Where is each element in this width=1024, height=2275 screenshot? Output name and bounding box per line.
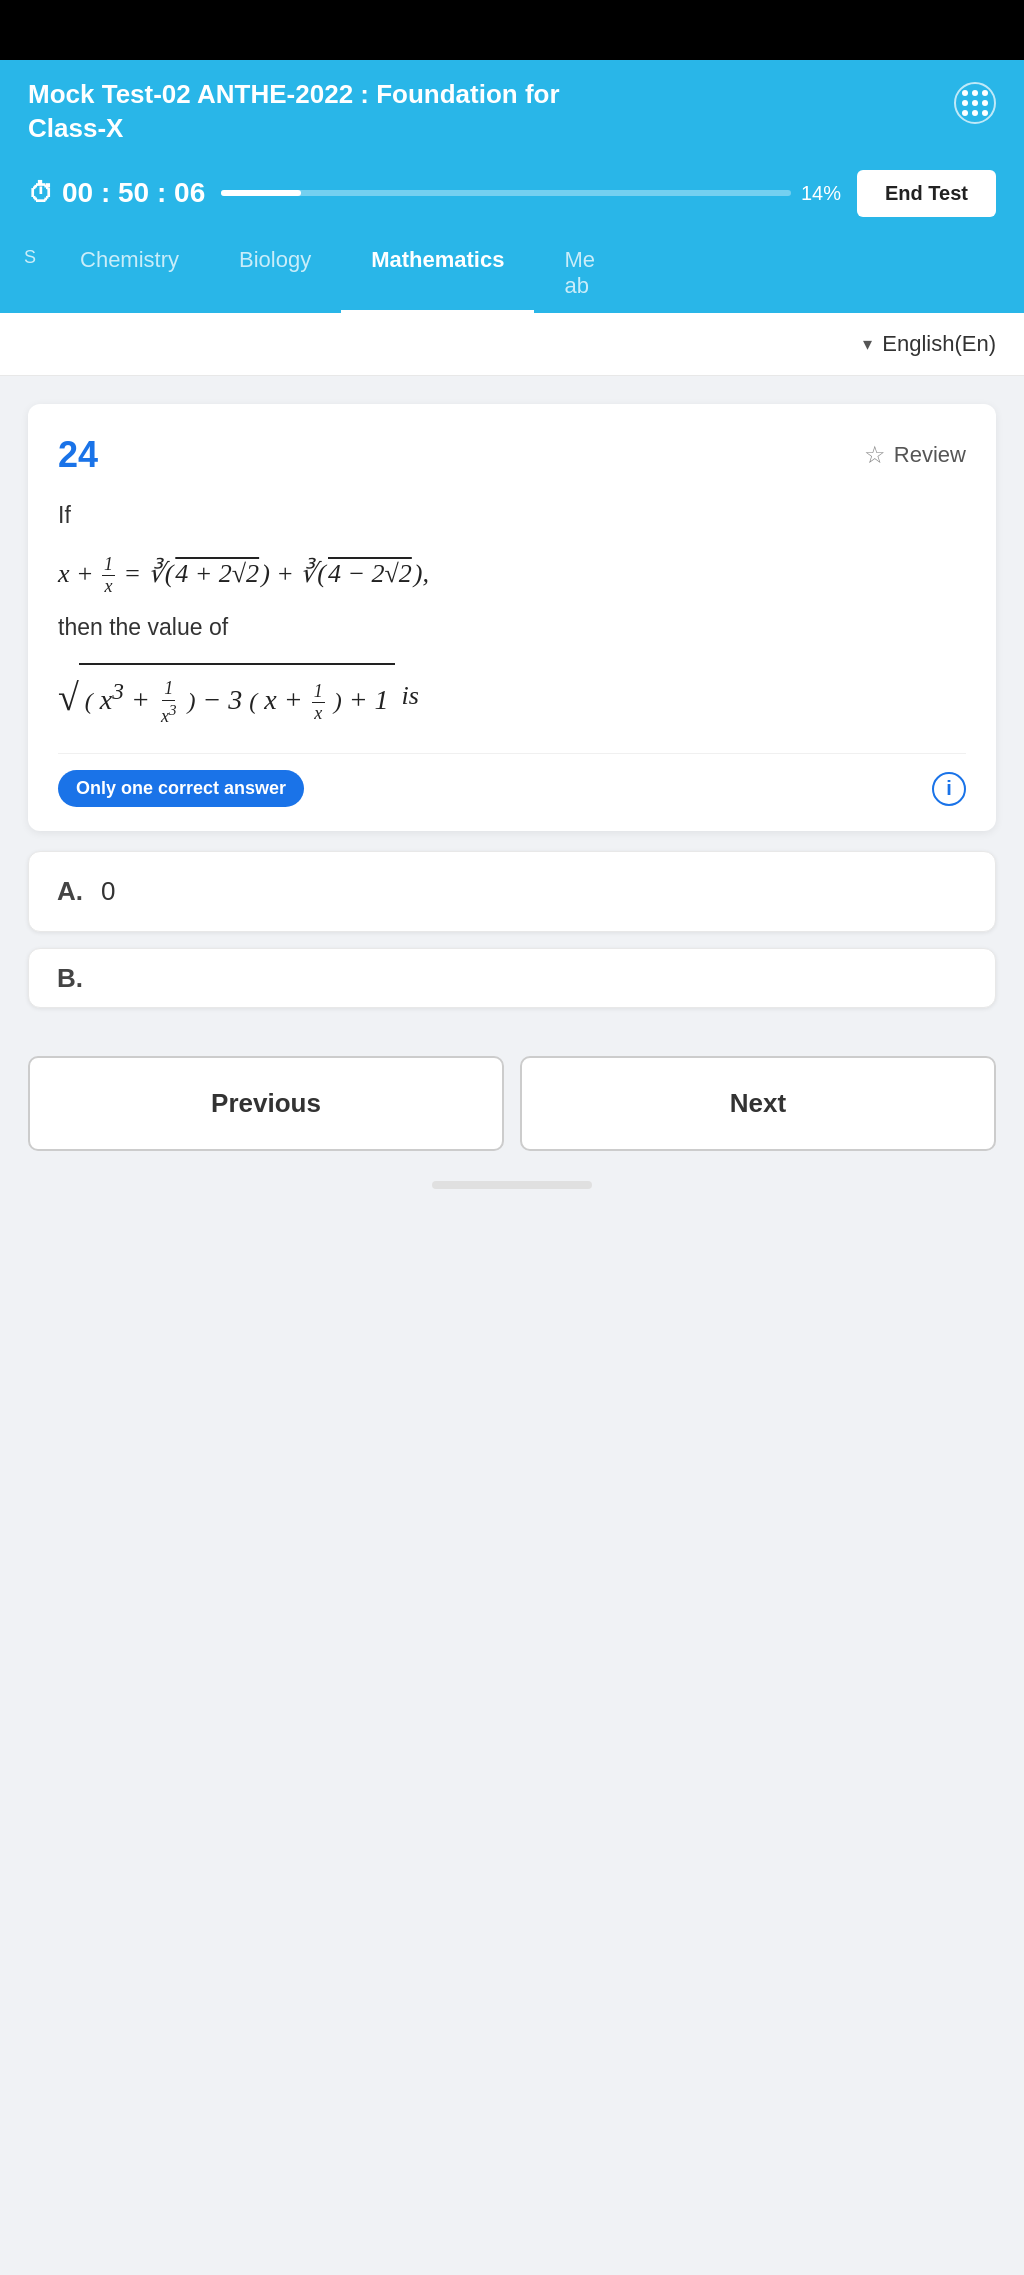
clock-icon: ⏱ [28, 178, 54, 209]
math-formula-line1: x + 1 x = ∛(4 + 2√2) + ∛(4 − 2√2), [58, 549, 966, 598]
progress-section: 14% [221, 182, 841, 205]
timer-display: ⏱ 00 : 50 : 06 [28, 177, 205, 209]
review-button[interactable]: ☆ Review [864, 441, 966, 469]
option-b[interactable]: B. [28, 948, 996, 1008]
top-status-bar [0, 0, 1024, 60]
option-a-letter: A. [57, 876, 87, 907]
subject-tabs-bar: S Chemistry Biology Mathematics Meab [0, 233, 1024, 313]
navigation-buttons: Previous Next [0, 1036, 1024, 1171]
language-selector[interactable]: ▾ English(En) [863, 331, 996, 357]
progress-bar-background [221, 190, 791, 196]
info-icon[interactable]: i [932, 772, 966, 806]
main-content: 24 ☆ Review If x + 1 x = ∛(4 + 2√2) + ∛(… [0, 376, 1024, 1037]
tab-chemistry[interactable]: Chemistry [50, 233, 209, 313]
option-a-value: 0 [101, 876, 115, 907]
star-icon: ☆ [864, 441, 886, 469]
math-formula-line2: √ ( x3 + 1 x3 ) − 3 ( x + 1 x ) [58, 661, 966, 733]
question-card: 24 ☆ Review If x + 1 x = ∛(4 + 2√2) + ∛(… [28, 404, 996, 832]
options-container: A. 0 B. [28, 851, 996, 1008]
tab-mathematics[interactable]: Mathematics [341, 233, 534, 313]
progress-bar-fill [221, 190, 301, 196]
bottom-indicator-bar [432, 1181, 592, 1189]
question-body: then the value of [58, 608, 966, 647]
question-intro: If [58, 496, 966, 535]
answer-type-badge: Only one correct answer [58, 770, 304, 807]
previous-button[interactable]: Previous [28, 1056, 504, 1151]
tab-s[interactable]: S [10, 233, 50, 313]
tab-biology[interactable]: Biology [209, 233, 341, 313]
option-b-letter: B. [57, 963, 87, 994]
end-test-button[interactable]: End Test [857, 170, 996, 217]
tab-mental-ability[interactable]: Meab [534, 233, 625, 313]
language-label: English(En) [882, 331, 996, 357]
answer-type-row: Only one correct answer i [58, 753, 966, 807]
header-section: Mock Test-02 ANTHE-2022 : Foundation for… [0, 60, 1024, 233]
chevron-down-icon: ▾ [863, 333, 872, 355]
grid-dots-pattern [962, 90, 989, 117]
question-number: 24 [58, 434, 98, 476]
progress-percentage: 14% [801, 182, 841, 205]
review-label: Review [894, 442, 966, 468]
grid-menu-icon[interactable] [954, 82, 996, 124]
next-button[interactable]: Next [520, 1056, 996, 1151]
option-a[interactable]: A. 0 [28, 851, 996, 932]
language-bar: ▾ English(En) [0, 313, 1024, 376]
test-title: Mock Test-02 ANTHE-2022 : Foundation for… [28, 78, 608, 146]
